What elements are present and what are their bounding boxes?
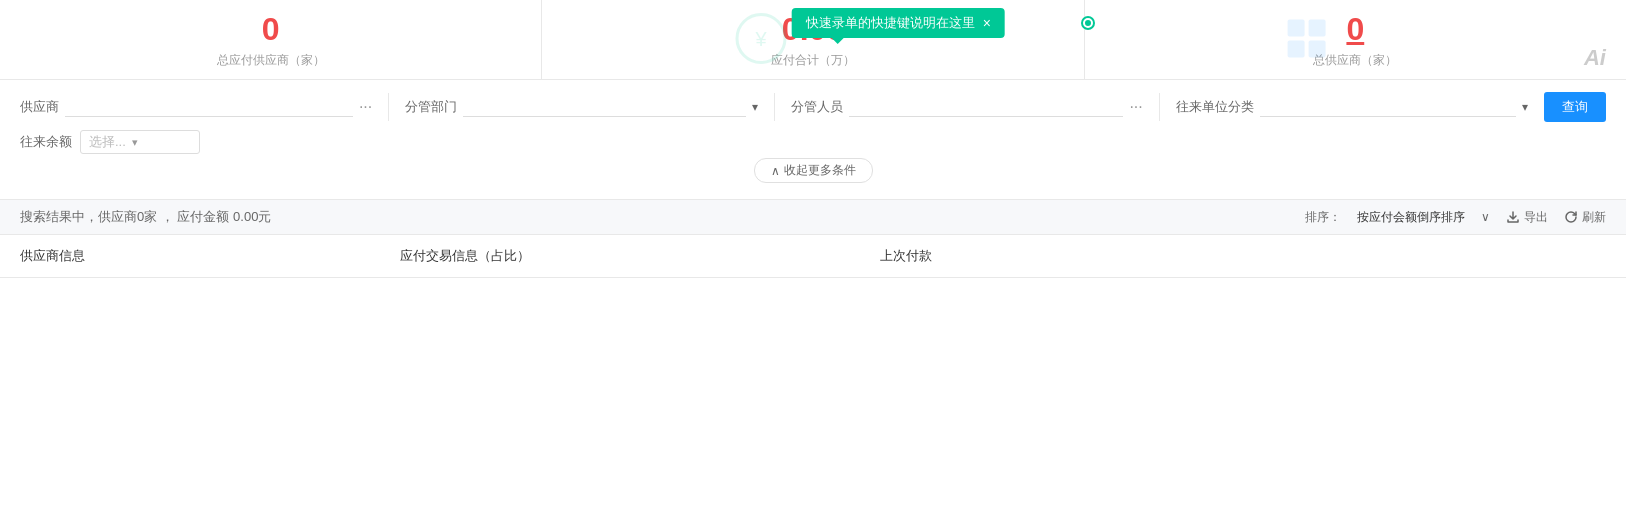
department-chevron[interactable]: ▾ [752, 100, 758, 114]
remainder-placeholder: 选择... [89, 133, 126, 151]
right-actions: 排序： 按应付会额倒序排序 ∨ 导出 刷新 [1305, 209, 1606, 226]
supplier-label: 供应商 [20, 98, 59, 116]
sort-chevron-icon[interactable]: ∨ [1481, 210, 1490, 224]
refresh-label: 刷新 [1582, 209, 1606, 226]
collapse-icon: ∧ [771, 164, 780, 178]
stat-number-payable-suppliers: 0 [262, 10, 280, 48]
manager-input[interactable] [849, 97, 1124, 117]
table-header: 供应商信息 应付交易信息（占比） 上次付款 [0, 235, 1626, 278]
filter-row-2: 往来余额 选择... ▾ [20, 130, 1606, 154]
coin-icon: ¥ [735, 12, 787, 67]
tooltip-text: 快速录单的快捷键说明在这里 [806, 14, 975, 32]
results-text: 搜索结果中，供应商0家 [20, 209, 157, 224]
department-label: 分管部门 [405, 98, 457, 116]
collapse-label: 收起更多条件 [784, 162, 856, 179]
tooltip-close-button[interactable]: × [983, 16, 991, 30]
collapse-button[interactable]: ∧ 收起更多条件 [754, 158, 873, 183]
results-separator: ， [161, 209, 174, 224]
export-label: 导出 [1524, 209, 1548, 226]
svg-rect-5 [1309, 40, 1326, 57]
collapse-bar: ∧ 收起更多条件 [20, 154, 1606, 191]
category-input[interactable] [1260, 97, 1516, 117]
remainder-chevron-icon: ▾ [132, 136, 138, 149]
stats-bar: 0 总应付供应商（家） ¥ 0.00 应付合计（万） 快速录单的快捷键说明在这里… [0, 0, 1626, 80]
department-filter: 分管部门 ▾ [405, 97, 757, 117]
supplier-dots[interactable]: ··· [359, 98, 372, 116]
grid-icon [1285, 16, 1329, 63]
ai-label: Ai [1584, 45, 1606, 71]
manager-dots[interactable]: ··· [1129, 98, 1142, 116]
shortcut-tooltip: 快速录单的快捷键说明在这里 × [792, 8, 1005, 38]
divider-1 [388, 93, 389, 121]
sort-value[interactable]: 按应付会额倒序排序 [1357, 209, 1465, 226]
filter-row-1: 供应商 ··· 分管部门 ▾ 分管人员 ··· 往来单位分类 ▾ 查询 [20, 92, 1606, 122]
divider-2 [774, 93, 775, 121]
stat-number-total-suppliers: 0 [1346, 10, 1364, 48]
category-filter: 往来单位分类 ▾ [1176, 97, 1528, 117]
refresh-icon [1564, 210, 1578, 224]
divider-3 [1159, 93, 1160, 121]
filter-bar: 供应商 ··· 分管部门 ▾ 分管人员 ··· 往来单位分类 ▾ 查询 [0, 80, 1626, 200]
stat-total-payable-suppliers: 0 总应付供应商（家） [0, 0, 542, 79]
department-input[interactable] [463, 97, 745, 117]
supplier-input[interactable] [65, 97, 353, 117]
table-col-transaction-info: 应付交易信息（占比） [400, 247, 880, 265]
export-icon [1506, 210, 1520, 224]
manager-label: 分管人员 [791, 98, 843, 116]
table-col-last-payment: 上次付款 [880, 247, 1606, 265]
svg-text:¥: ¥ [754, 27, 767, 49]
stat-label-payable-suppliers: 总应付供应商（家） [217, 52, 325, 69]
results-amount: 应付金额 0.00元 [177, 209, 271, 224]
category-label: 往来单位分类 [1176, 98, 1254, 116]
export-button[interactable]: 导出 [1506, 209, 1548, 226]
svg-rect-2 [1288, 19, 1305, 36]
query-button[interactable]: 查询 [1544, 92, 1606, 122]
manager-filter: 分管人员 ··· [791, 97, 1143, 117]
table-col-supplier-info: 供应商信息 [20, 247, 400, 265]
stat-payable-total: ¥ 0.00 应付合计（万） 快速录单的快捷键说明在这里 × [542, 0, 1084, 79]
table-body [0, 278, 1626, 515]
svg-rect-3 [1309, 19, 1326, 36]
svg-rect-4 [1288, 40, 1305, 57]
remainder-select[interactable]: 选择... ▾ [80, 130, 200, 154]
results-summary: 搜索结果中，供应商0家 ， 应付金额 0.00元 [20, 208, 271, 226]
refresh-button[interactable]: 刷新 [1564, 209, 1606, 226]
category-chevron[interactable]: ▾ [1522, 100, 1528, 114]
remainder-label: 往来余额 [20, 133, 72, 151]
sort-label: 排序： [1305, 209, 1341, 226]
results-bar: 搜索结果中，供应商0家 ， 应付金额 0.00元 排序： 按应付会额倒序排序 ∨… [0, 200, 1626, 235]
stat-total-suppliers: 0 总供应商（家） Ai [1085, 0, 1626, 79]
supplier-filter: 供应商 ··· [20, 97, 372, 117]
